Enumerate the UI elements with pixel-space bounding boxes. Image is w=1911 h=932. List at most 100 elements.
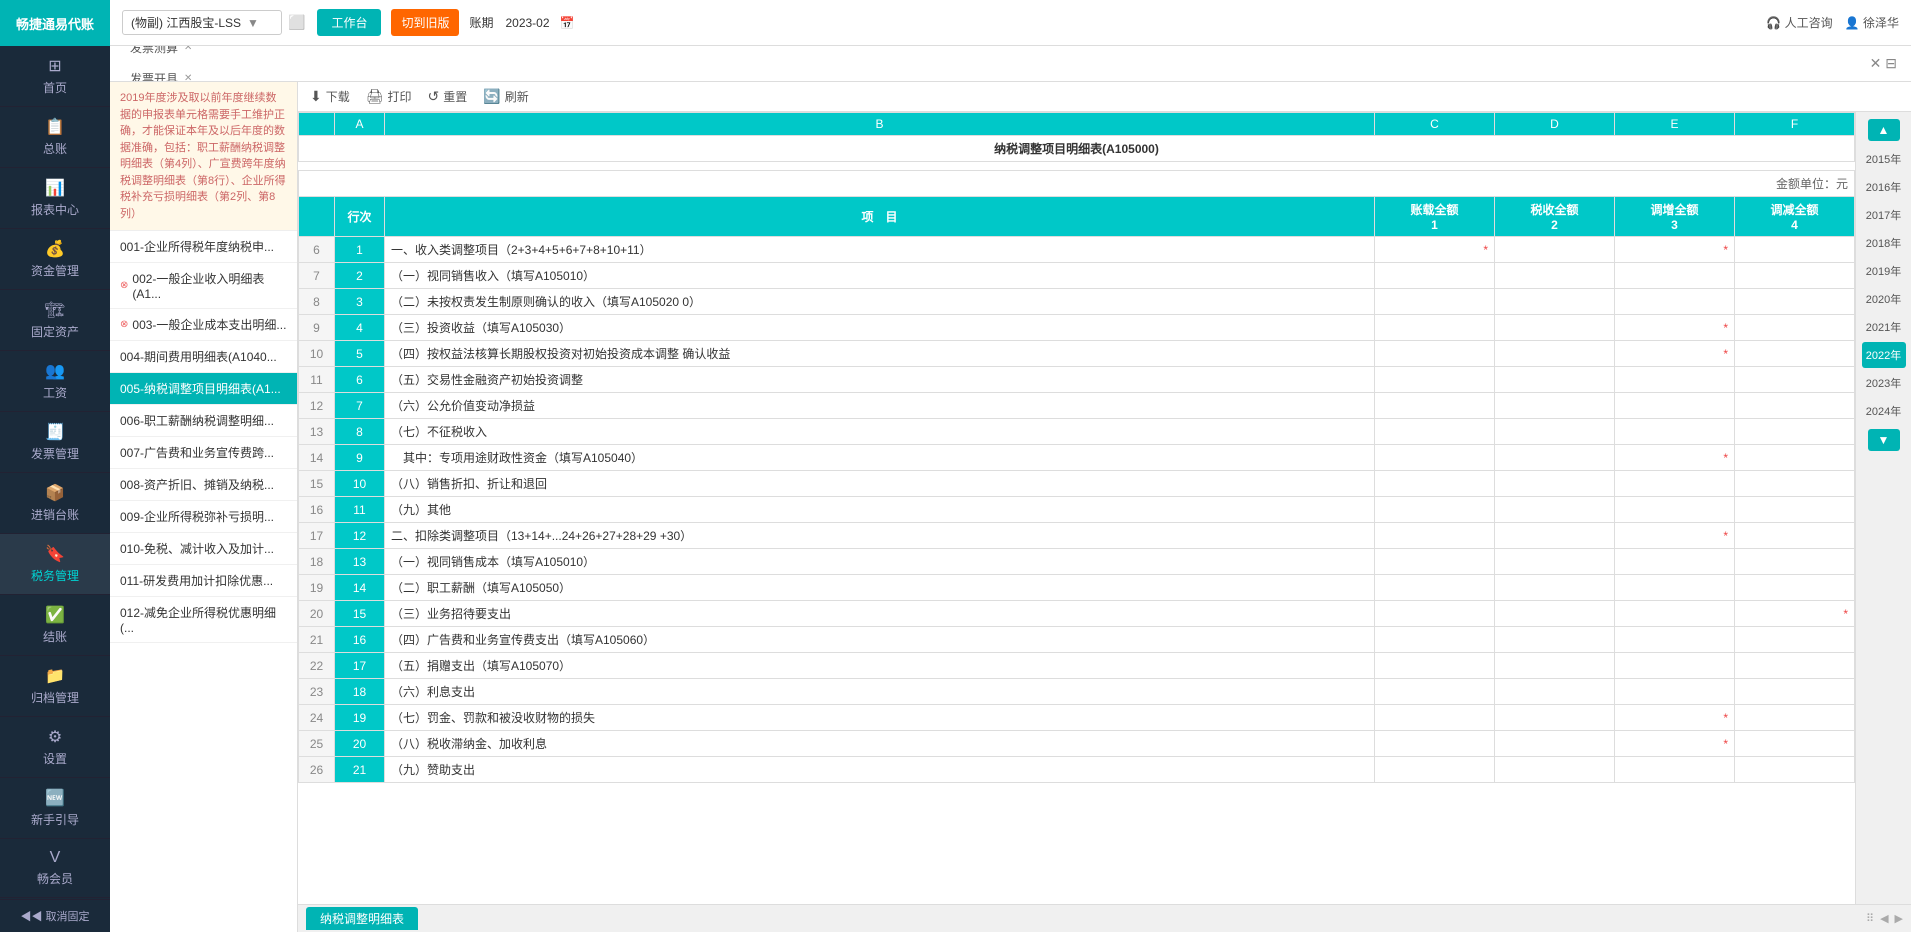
col-c4-23[interactable] bbox=[1735, 679, 1855, 705]
year-item-2020年[interactable]: 2020年 bbox=[1862, 286, 1906, 312]
sidebar-item-ledger[interactable]: 📋总账 bbox=[0, 107, 110, 168]
help-label[interactable]: 🎧 人工咨询 bbox=[1766, 14, 1832, 31]
sidebar-item-tax[interactable]: 🔖税务管理 bbox=[0, 534, 110, 595]
col-project-21[interactable]: （四）广告费和业务宣传费支出（填写A105060） bbox=[385, 627, 1375, 653]
col-c2-17[interactable] bbox=[1495, 523, 1615, 549]
menu-item-m011[interactable]: 011-研发费用加计扣除优惠... bbox=[110, 565, 297, 597]
col-c3-11[interactable] bbox=[1615, 367, 1735, 393]
col-c2-13[interactable] bbox=[1495, 419, 1615, 445]
col-c2-15[interactable] bbox=[1495, 471, 1615, 497]
col-c1-18[interactable] bbox=[1375, 549, 1495, 575]
year-item-2016年[interactable]: 2016年 bbox=[1862, 174, 1906, 200]
sidebar-item-payroll[interactable]: 👥工资 bbox=[0, 351, 110, 412]
col-c3-8[interactable] bbox=[1615, 289, 1735, 315]
close-all-tabs-btn[interactable]: ✕ ⊟ bbox=[1864, 55, 1903, 72]
user-area[interactable]: 👤 徐泽华 bbox=[1845, 14, 1899, 31]
col-c3-15[interactable] bbox=[1615, 471, 1735, 497]
col-c3-17[interactable]: * bbox=[1615, 523, 1735, 549]
workspace-button[interactable]: 工作台 bbox=[317, 9, 381, 36]
col-c1-26[interactable] bbox=[1375, 757, 1495, 783]
menu-item-m005[interactable]: 005-纳税调整项目明细表(A1... bbox=[110, 373, 297, 405]
col-c1-17[interactable] bbox=[1375, 523, 1495, 549]
col-c1-19[interactable] bbox=[1375, 575, 1495, 601]
col-c3-14[interactable]: * bbox=[1615, 445, 1735, 471]
download-btn[interactable]: ⬇ 下载 bbox=[310, 88, 350, 105]
col-c2-21[interactable] bbox=[1495, 627, 1615, 653]
col-c1-14[interactable] bbox=[1375, 445, 1495, 471]
col-c4-13[interactable] bbox=[1735, 419, 1855, 445]
col-c4-26[interactable] bbox=[1735, 757, 1855, 783]
col-c1-6[interactable]: * bbox=[1375, 237, 1495, 263]
col-c2-19[interactable] bbox=[1495, 575, 1615, 601]
col-project-8[interactable]: （二）未按权责发生制原则确认的收入（填写A105020 0） bbox=[385, 289, 1375, 315]
menu-item-m004[interactable]: 004-期间费用明细表(A1040... bbox=[110, 341, 297, 373]
col-c3-20[interactable] bbox=[1615, 601, 1735, 627]
year-item-2021年[interactable]: 2021年 bbox=[1862, 314, 1906, 340]
sidebar-item-home[interactable]: ⊞首页 bbox=[0, 46, 110, 107]
col-c1-23[interactable] bbox=[1375, 679, 1495, 705]
col-c1-10[interactable] bbox=[1375, 341, 1495, 367]
col-c2-26[interactable] bbox=[1495, 757, 1615, 783]
col-c3-16[interactable] bbox=[1615, 497, 1735, 523]
year-item-2017年[interactable]: 2017年 bbox=[1862, 202, 1906, 228]
year-item-2024年[interactable]: 2024年 bbox=[1862, 398, 1906, 424]
col-c2-23[interactable] bbox=[1495, 679, 1615, 705]
col-project-14[interactable]: 其中：专项用途财政性资金（填写A105040） bbox=[385, 445, 1375, 471]
col-project-26[interactable]: （九）赞助支出 bbox=[385, 757, 1375, 783]
col-c2-6[interactable] bbox=[1495, 237, 1615, 263]
sidebar-item-asset[interactable]: 💰资金管理 bbox=[0, 229, 110, 290]
col-project-18[interactable]: （一）视同销售成本（填写A105010） bbox=[385, 549, 1375, 575]
col-c1-13[interactable] bbox=[1375, 419, 1495, 445]
sidebar-item-purchase[interactable]: 📦进销台账 bbox=[0, 473, 110, 534]
col-project-16[interactable]: （九）其他 bbox=[385, 497, 1375, 523]
col-c3-13[interactable] bbox=[1615, 419, 1735, 445]
col-c3-12[interactable] bbox=[1615, 393, 1735, 419]
col-c2-9[interactable] bbox=[1495, 315, 1615, 341]
col-project-22[interactable]: （五）捐赠支出（填写A105070） bbox=[385, 653, 1375, 679]
tab-invoice-calc[interactable]: 发票测算✕ bbox=[118, 46, 228, 64]
sidebar-item-newbie[interactable]: 🆕新手引导 bbox=[0, 778, 110, 839]
col-c4-22[interactable] bbox=[1735, 653, 1855, 679]
col-c4-20[interactable]: * bbox=[1735, 601, 1855, 627]
col-c3-25[interactable]: * bbox=[1615, 731, 1735, 757]
col-c4-6[interactable] bbox=[1735, 237, 1855, 263]
col-c4-24[interactable] bbox=[1735, 705, 1855, 731]
copy-icon[interactable]: ⬜ bbox=[288, 14, 305, 31]
col-c2-11[interactable] bbox=[1495, 367, 1615, 393]
company-selector[interactable]: (物副) 江西股宝-LSS ▼ bbox=[122, 10, 282, 35]
col-c3-9[interactable]: * bbox=[1615, 315, 1735, 341]
col-c4-18[interactable] bbox=[1735, 549, 1855, 575]
menu-item-m008[interactable]: 008-资产折旧、摊销及纳税... bbox=[110, 469, 297, 501]
col-c2-10[interactable] bbox=[1495, 341, 1615, 367]
sidebar-item-fixed-asset[interactable]: 🏗固定资产 bbox=[0, 290, 110, 351]
menu-item-m012[interactable]: 012-减免企业所得税优惠明细(... bbox=[110, 597, 297, 643]
col-c1-15[interactable] bbox=[1375, 471, 1495, 497]
col-c4-10[interactable] bbox=[1735, 341, 1855, 367]
calendar-icon[interactable]: 📅 bbox=[560, 16, 575, 30]
col-c2-22[interactable] bbox=[1495, 653, 1615, 679]
col-c2-16[interactable] bbox=[1495, 497, 1615, 523]
col-c3-23[interactable] bbox=[1615, 679, 1735, 705]
col-c3-21[interactable] bbox=[1615, 627, 1735, 653]
col-c1-24[interactable] bbox=[1375, 705, 1495, 731]
tab-close-invoice-calc[interactable]: ✕ bbox=[184, 46, 192, 53]
col-project-23[interactable]: （六）利息支出 bbox=[385, 679, 1375, 705]
sidebar-item-report[interactable]: 📊报表中心 bbox=[0, 168, 110, 229]
col-c3-7[interactable] bbox=[1615, 263, 1735, 289]
col-c1-12[interactable] bbox=[1375, 393, 1495, 419]
menu-item-m001[interactable]: 001-企业所得税年度纳税申... bbox=[110, 231, 297, 263]
col-project-17[interactable]: 二、扣除类调整项目（13+14+...24+26+27+28+29 +30） bbox=[385, 523, 1375, 549]
col-c2-18[interactable] bbox=[1495, 549, 1615, 575]
year-item-2022年[interactable]: 2022年 bbox=[1862, 342, 1906, 368]
menu-item-m006[interactable]: 006-职工薪酬纳税调整明细... bbox=[110, 405, 297, 437]
col-c4-12[interactable] bbox=[1735, 393, 1855, 419]
col-c1-11[interactable] bbox=[1375, 367, 1495, 393]
col-c1-7[interactable] bbox=[1375, 263, 1495, 289]
col-c1-8[interactable] bbox=[1375, 289, 1495, 315]
col-c2-20[interactable] bbox=[1495, 601, 1615, 627]
col-c3-6[interactable]: * bbox=[1615, 237, 1735, 263]
menu-item-m010[interactable]: 010-免税、减计收入及加计... bbox=[110, 533, 297, 565]
sidebar-item-settings[interactable]: ⚙设置 bbox=[0, 717, 110, 778]
col-c4-25[interactable] bbox=[1735, 731, 1855, 757]
col-c3-19[interactable] bbox=[1615, 575, 1735, 601]
